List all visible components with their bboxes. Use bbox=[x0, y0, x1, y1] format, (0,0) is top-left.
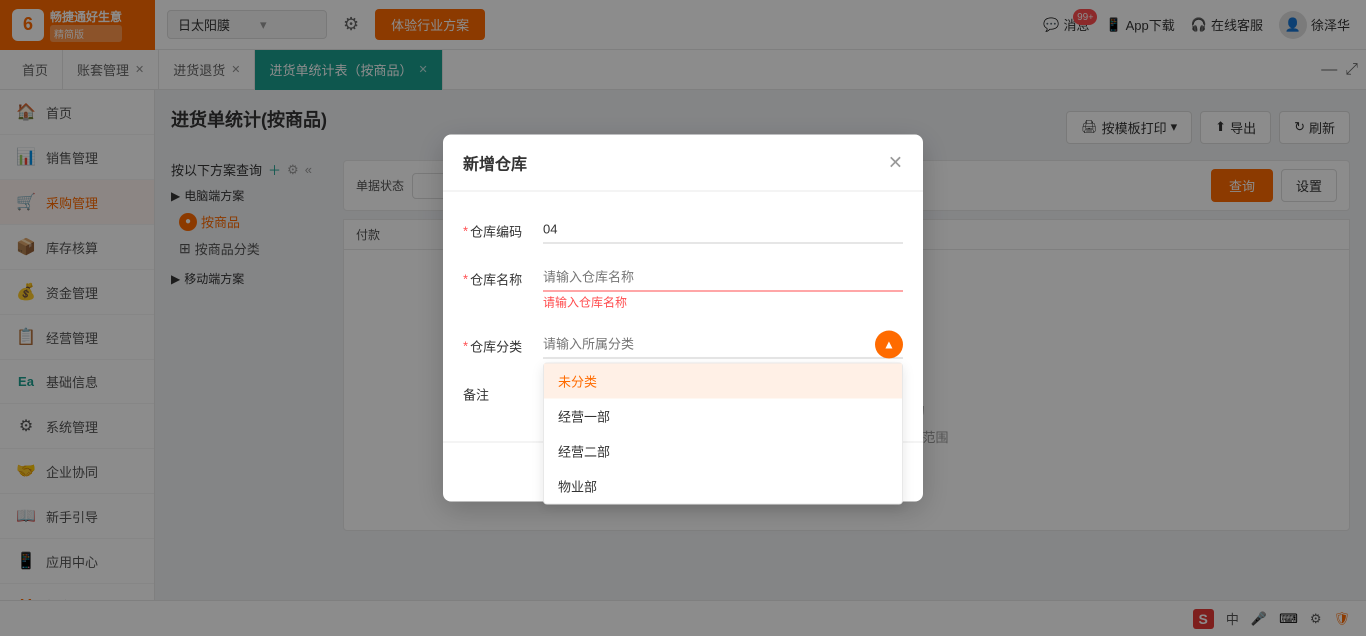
name-error-msg: 请输入仓库名称 bbox=[543, 294, 903, 311]
category-dropdown: 未分类 经营一部 经营二部 物业部 bbox=[543, 363, 903, 505]
dialog-close-button[interactable]: ✕ bbox=[888, 152, 903, 173]
category-toggle-button[interactable]: ▲ bbox=[875, 331, 903, 359]
code-input[interactable] bbox=[543, 216, 903, 244]
dropdown-item-dept2[interactable]: 经营二部 bbox=[544, 434, 902, 469]
dialog-title: 新增仓库 bbox=[463, 151, 527, 175]
name-input[interactable] bbox=[543, 264, 903, 292]
name-label: * 仓库名称 bbox=[463, 264, 543, 289]
dropdown-item-dept1[interactable]: 经营一部 bbox=[544, 399, 902, 434]
dropdown-item-dept3[interactable]: 物业部 bbox=[544, 469, 902, 504]
dropdown-item-uncategorized[interactable]: 未分类 bbox=[544, 364, 902, 399]
category-input-wrap: ▲ bbox=[543, 331, 903, 359]
note-label: 备注 bbox=[463, 379, 543, 404]
name-field-row: * 仓库名称 请输入仓库名称 bbox=[463, 264, 903, 311]
add-warehouse-dialog: 新增仓库 ✕ * 仓库编码 * 仓库名称 请输入仓库名称 bbox=[443, 135, 923, 502]
category-field-row: * 仓库分类 ▲ 未分类 经营一部 经营二部 物业部 bbox=[463, 331, 903, 359]
code-control bbox=[543, 216, 903, 244]
dialog-header: 新增仓库 ✕ bbox=[443, 135, 923, 192]
category-label: * 仓库分类 bbox=[463, 331, 543, 356]
code-label: * 仓库编码 bbox=[463, 216, 543, 241]
dialog-body: * 仓库编码 * 仓库名称 请输入仓库名称 * 仓库分类 bbox=[443, 192, 923, 442]
name-control: 请输入仓库名称 bbox=[543, 264, 903, 311]
code-field-row: * 仓库编码 bbox=[463, 216, 903, 244]
category-input[interactable] bbox=[543, 331, 903, 359]
category-control: ▲ 未分类 经营一部 经营二部 物业部 bbox=[543, 331, 903, 359]
